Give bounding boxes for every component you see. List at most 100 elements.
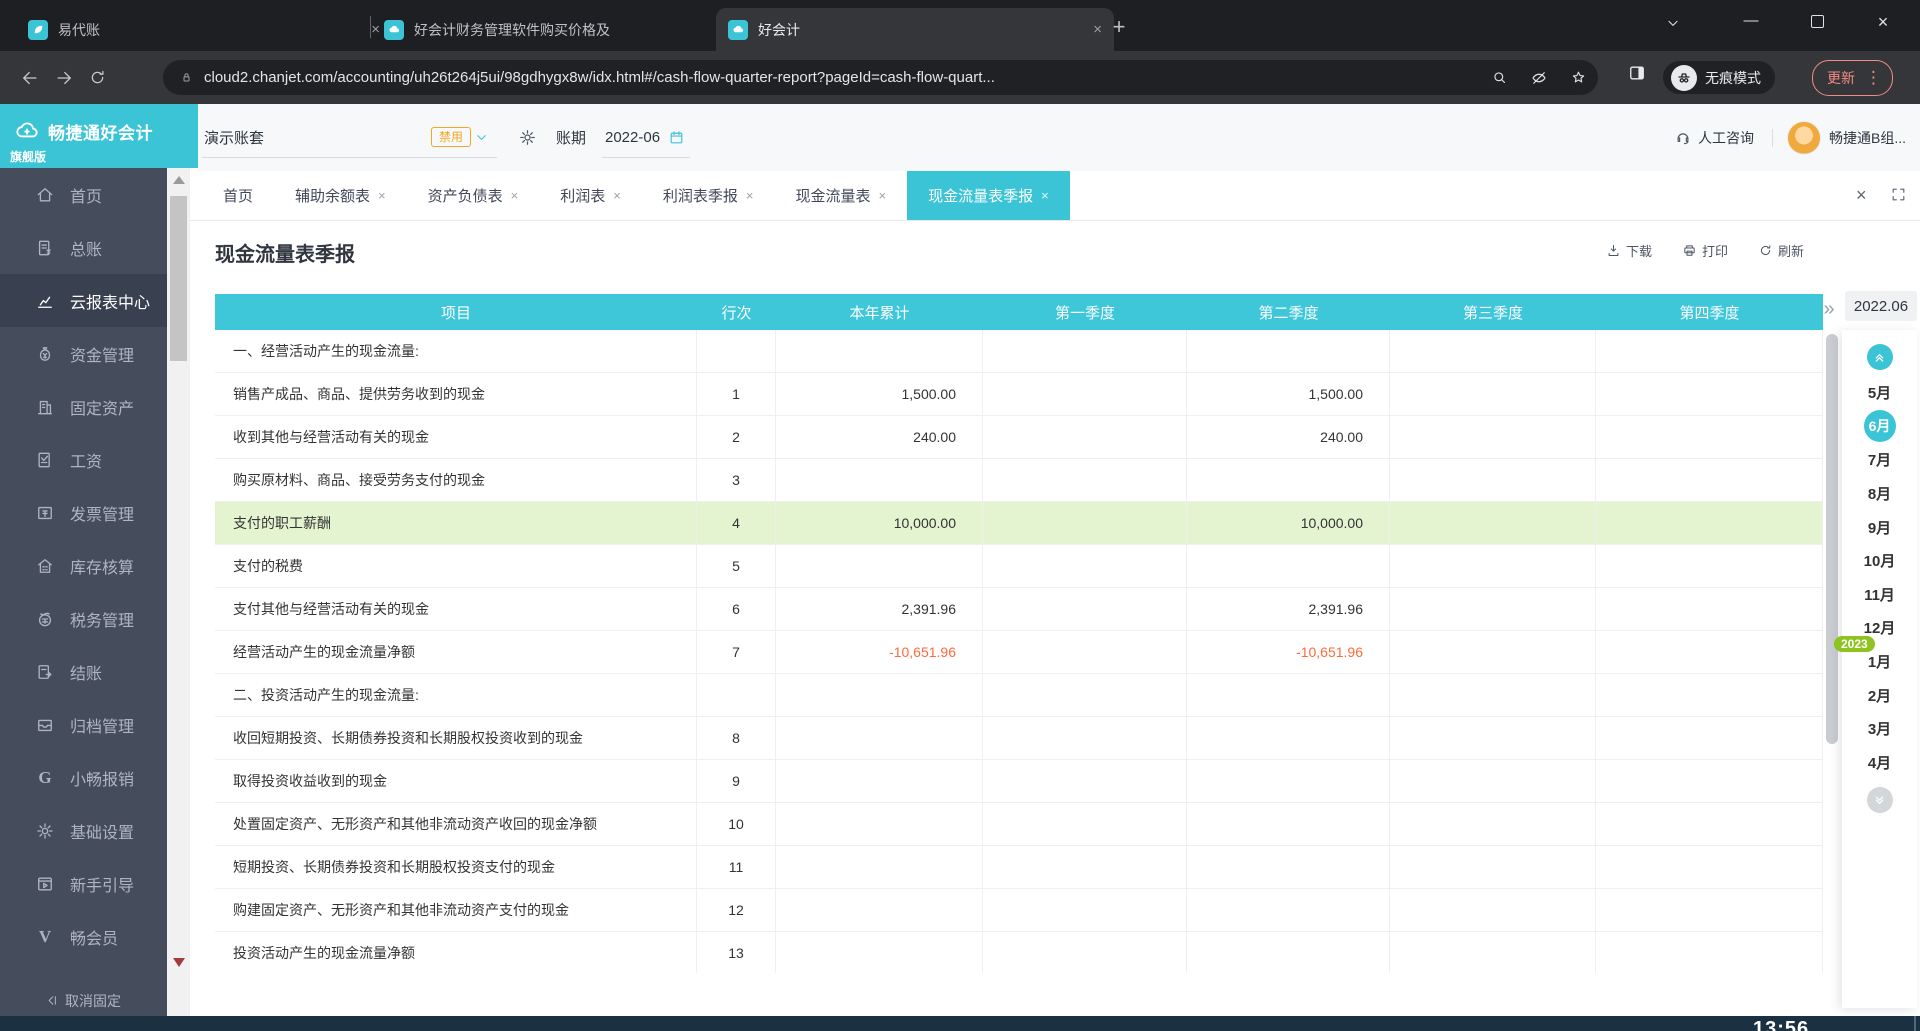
sidebar-item-资金管理[interactable]: 资金管理 (0, 327, 167, 380)
sidebar-item-工资[interactable]: 工资 (0, 433, 167, 486)
month-item-11月[interactable]: 11月 (1842, 578, 1917, 612)
account-settings-gear-icon[interactable] (518, 104, 537, 171)
sidebar-item-label: 归档管理 (70, 718, 135, 736)
month-label: 7月 (1867, 452, 1892, 470)
report-tabs-close-icon[interactable]: × (1856, 185, 1867, 206)
window-maximize-button[interactable] (1802, 15, 1832, 32)
kebab-menu-icon[interactable]: ⋮ (1865, 68, 1882, 88)
account-set-name[interactable]: 演示账套 (204, 104, 264, 171)
scroll-down-arrow-icon[interactable] (173, 958, 185, 967)
cell-q4 (1596, 373, 1823, 415)
report-tab-资产负债表[interactable]: 资产负债表 × (407, 171, 540, 220)
period-display: 2022.06 (1845, 291, 1917, 321)
month-item-2月[interactable]: 2月 (1842, 678, 1917, 712)
forward-icon[interactable] (54, 68, 74, 88)
account-dropdown-chevron-icon[interactable] (474, 104, 489, 171)
month-item-5月[interactable]: 5月 (1842, 376, 1917, 410)
tab-close-icon[interactable]: × (746, 188, 754, 203)
months-scroll-up-icon[interactable] (1866, 344, 1893, 370)
report-tab-现金流量表[interactable]: 现金流量表 × (774, 171, 907, 220)
month-item-9月[interactable]: 9月 (1842, 510, 1917, 544)
support-link[interactable]: 人工咨询 (1698, 128, 1754, 148)
sidebar-item-基础设置[interactable]: 基础设置 (0, 804, 167, 857)
user-name[interactable]: 畅捷通B组... (1829, 128, 1906, 148)
scrollbar-thumb[interactable] (170, 196, 187, 361)
sidebar-item-label: 资金管理 (70, 347, 135, 365)
sidebar-item-总账[interactable]: 总账 (0, 221, 167, 274)
refresh-button[interactable]: 刷新 (1758, 241, 1804, 260)
month-item-6月[interactable]: 6月 (1842, 410, 1917, 444)
browser-tab[interactable]: 好会计财务管理软件购买价格及× (372, 8, 736, 51)
month-item-10月[interactable]: 10月 (1842, 544, 1917, 578)
tab-close-icon[interactable]: × (1093, 21, 1102, 38)
tab-close-icon[interactable]: × (613, 188, 621, 203)
cell-ytd: -10,651.96 (776, 631, 983, 673)
month-item-8月[interactable]: 8月 (1842, 477, 1917, 511)
new-tab-button[interactable]: + (1104, 14, 1134, 40)
table-scrollbar-thumb[interactable] (1826, 334, 1838, 744)
address-bar[interactable]: cloud2.chanjet.com/accounting/uh26t264j5… (163, 60, 1598, 95)
month-item-1月[interactable]: 2023 1月 (1834, 635, 1917, 679)
report-tab-辅助余额表[interactable]: 辅助余额表 × (274, 171, 407, 220)
report-tab-现金流量表季报[interactable]: 现金流量表季报 × (907, 171, 1070, 220)
sidebar-item-结账[interactable]: 结账 (0, 645, 167, 698)
cell-q4 (1596, 545, 1823, 587)
table-row: 销售产成品、商品、提供劳务收到的现金 1 1,500.00 1,500.00 (215, 373, 1823, 416)
browser-update-button[interactable]: 更新 ⋮ (1812, 60, 1893, 96)
sidebar-item-税务管理[interactable]: 税务管理 (0, 592, 167, 645)
cell-q3 (1390, 803, 1596, 845)
sidebar-unpin-button[interactable]: 取消固定 (0, 985, 167, 1016)
browser-tab[interactable]: 易代账 × (16, 8, 392, 51)
calendar-icon[interactable] (668, 104, 685, 171)
tab-close-icon[interactable]: × (1041, 188, 1049, 203)
period-value[interactable]: 2022-06 (605, 104, 660, 171)
sidebar-item-畅会员[interactable]: V 畅会员 (0, 910, 167, 963)
cell-q1 (983, 803, 1187, 845)
tab-search-chevron-icon[interactable] (1665, 15, 1695, 31)
sidebar-item-首页[interactable]: 首页 (0, 168, 167, 221)
scroll-up-arrow-icon[interactable] (173, 176, 185, 184)
tab-close-icon[interactable]: × (378, 188, 386, 203)
show-desktop-edge[interactable] (1914, 1016, 1916, 1031)
report-tab-利润表季报[interactable]: 利润表季报 × (642, 171, 775, 220)
sidebar-item-新手引导[interactable]: 新手引导 (0, 857, 167, 910)
collapse-panel-chevron[interactable]: » (1816, 296, 1842, 324)
side-panel-icon[interactable] (1627, 63, 1647, 83)
month-item-3月[interactable]: 3月 (1842, 712, 1917, 746)
ledger-icon (34, 237, 56, 259)
disabled-badge[interactable]: 禁用 (431, 127, 472, 147)
refresh-icon[interactable] (88, 68, 107, 87)
sidebar-item-发票管理[interactable]: 发票管理 (0, 486, 167, 539)
tab-close-icon[interactable]: × (878, 188, 886, 203)
tab-close-icon[interactable]: × (511, 188, 519, 203)
sidebar-scrollbar[interactable] (167, 168, 190, 1016)
url-text[interactable]: cloud2.chanjet.com/accounting/uh26t264j5… (204, 69, 1480, 86)
column-header: 第一季度 (1054, 304, 1115, 322)
report-tab-利润表[interactable]: 利润表 × (539, 171, 642, 220)
bookmark-star-icon[interactable] (1570, 69, 1587, 86)
zoom-search-icon[interactable] (1491, 69, 1508, 86)
home-icon (34, 184, 56, 206)
cell-q2 (1187, 459, 1390, 501)
report-tab-首页[interactable]: 首页 (202, 171, 274, 220)
months-scroll-down-icon[interactable] (1866, 787, 1893, 814)
sidebar-item-库存核算[interactable]: 库存核算 (0, 539, 167, 592)
cell-ytd (776, 803, 983, 845)
download-button[interactable]: 下载 (1606, 241, 1652, 260)
window-minimize-button[interactable]: — (1736, 12, 1766, 29)
month-item-4月[interactable]: 4月 (1842, 746, 1917, 780)
browser-tab[interactable]: 好会计 × (716, 8, 1114, 51)
sidebar-item-归档管理[interactable]: 归档管理 (0, 698, 167, 751)
cell-ytd: 240.00 (776, 416, 983, 458)
user-avatar[interactable] (1786, 120, 1821, 155)
back-icon[interactable] (20, 68, 40, 88)
sidebar-item-小畅报销[interactable]: G 小畅报销 (0, 751, 167, 804)
month-item-7月[interactable]: 7月 (1842, 443, 1917, 477)
cell-item: 销售产成品、商品、提供劳务收到的现金 (215, 373, 697, 415)
fullscreen-icon[interactable] (1890, 186, 1907, 203)
print-button[interactable]: 打印 (1682, 241, 1728, 260)
window-close-button[interactable]: × (1868, 12, 1898, 33)
eye-blocked-icon[interactable] (1530, 69, 1548, 87)
sidebar-item-固定资产[interactable]: 固定资产 (0, 380, 167, 433)
sidebar-item-云报表中心[interactable]: 云报表中心 (0, 274, 167, 327)
